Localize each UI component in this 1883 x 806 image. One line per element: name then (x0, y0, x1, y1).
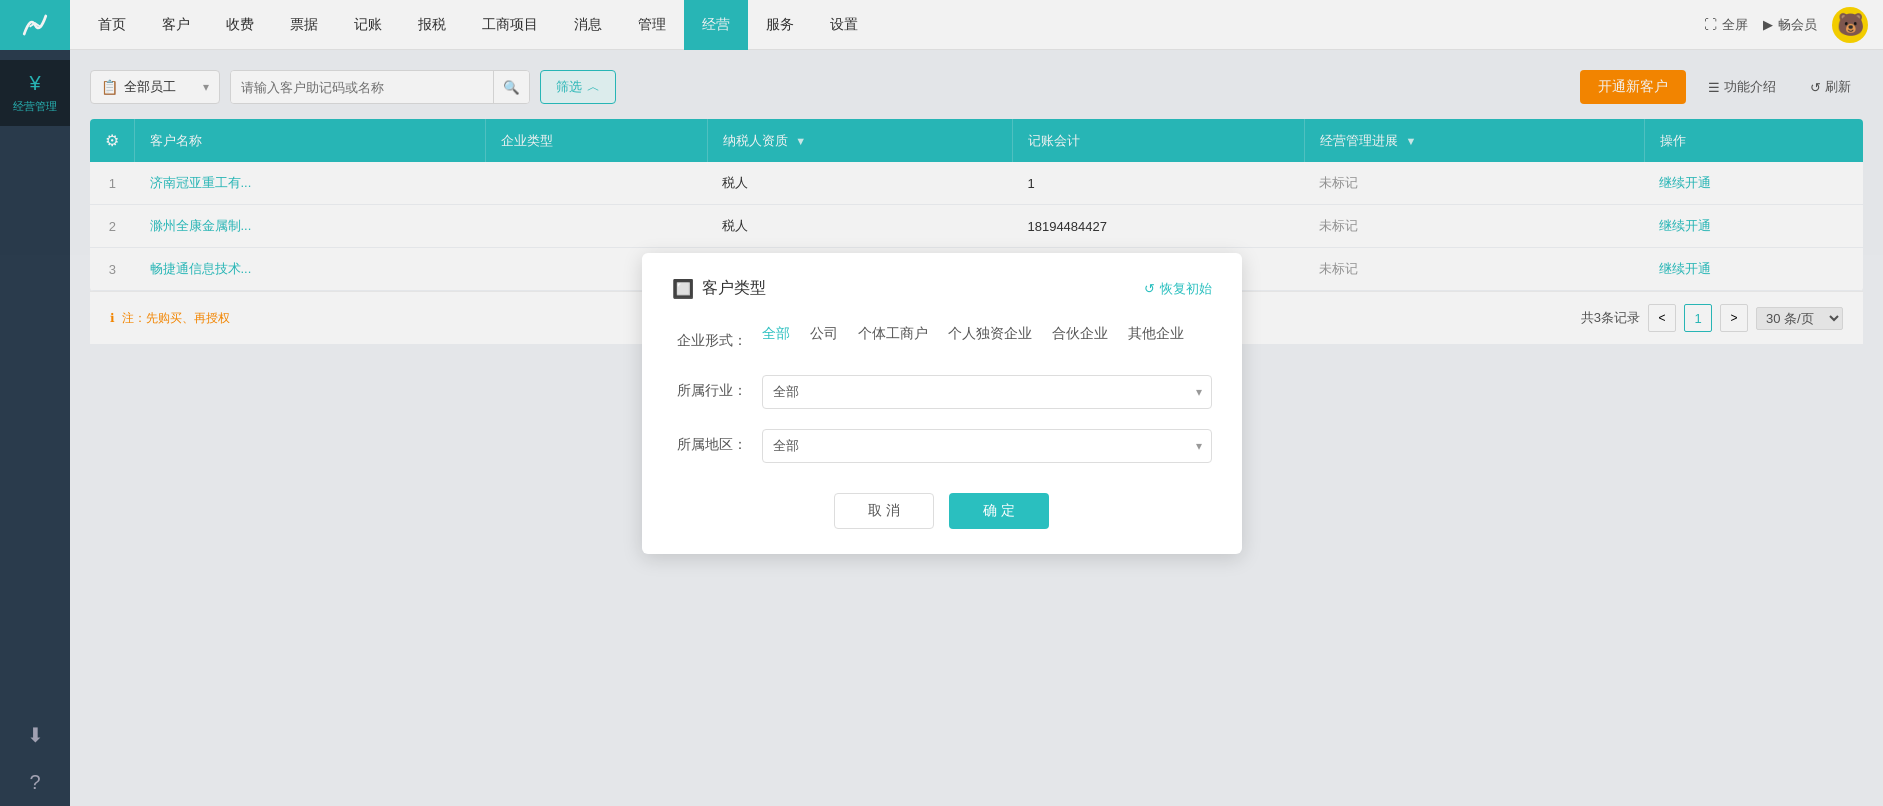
enterprise-type-btn-合伙企业[interactable]: 合伙企业 (1052, 325, 1108, 343)
industry-select-wrapper: 全部 ▾ (762, 375, 1212, 409)
enterprise-type-buttons: 全部 公司 个体工商户 个人独资企业 合伙企业 其他企业 (762, 325, 1212, 343)
modal-header: 🔲 客户类型 ↺ 恢复初始 (672, 278, 1212, 300)
industry-form-row: 所属行业： 全部 ▾ (672, 375, 1212, 409)
region-label: 所属地区： (672, 429, 762, 459)
reset-icon: ↺ (1144, 281, 1155, 296)
enterprise-type-btn-个体工商户[interactable]: 个体工商户 (858, 325, 928, 343)
industry-select[interactable]: 全部 (762, 375, 1212, 409)
enterprise-type-group: 全部 公司 个体工商户 个人独资企业 合伙企业 其他企业 (762, 325, 1212, 343)
confirm-button[interactable]: 确 定 (949, 493, 1049, 529)
modal-reset-button[interactable]: ↺ 恢复初始 (1144, 280, 1212, 298)
filter-modal: 🔲 客户类型 ↺ 恢复初始 企业形式： 全部 公司 个体工商户 个人独资企业 合伙企业 其… (642, 253, 1242, 554)
reset-label: 恢复初始 (1160, 280, 1212, 298)
cancel-button[interactable]: 取 消 (834, 493, 934, 529)
enterprise-form-row: 企业形式： 全部 公司 个体工商户 个人独资企业 合伙企业 其他企业 (672, 325, 1212, 355)
region-form-row: 所属地区： 全部 ▾ (672, 429, 1212, 463)
enterprise-type-btn-公司[interactable]: 公司 (810, 325, 838, 343)
modal-footer: 取 消 确 定 (672, 493, 1212, 529)
enterprise-form-label: 企业形式： (672, 325, 762, 355)
enterprise-type-btn-全部[interactable]: 全部 (762, 325, 790, 343)
modal-title-icon: 🔲 (672, 278, 694, 300)
enterprise-type-btn-个人独资企业[interactable]: 个人独资企业 (948, 325, 1032, 343)
region-select[interactable]: 全部 (762, 429, 1212, 463)
modal-title: 🔲 客户类型 (672, 278, 766, 300)
region-select-wrapper: 全部 ▾ (762, 429, 1212, 463)
enterprise-type-btn-其他企业[interactable]: 其他企业 (1128, 325, 1184, 343)
industry-label: 所属行业： (672, 375, 762, 405)
modal-overlay: 🔲 客户类型 ↺ 恢复初始 企业形式： 全部 公司 个体工商户 个人独资企业 合伙企业 其… (0, 0, 1883, 806)
modal-title-text: 客户类型 (702, 278, 766, 299)
